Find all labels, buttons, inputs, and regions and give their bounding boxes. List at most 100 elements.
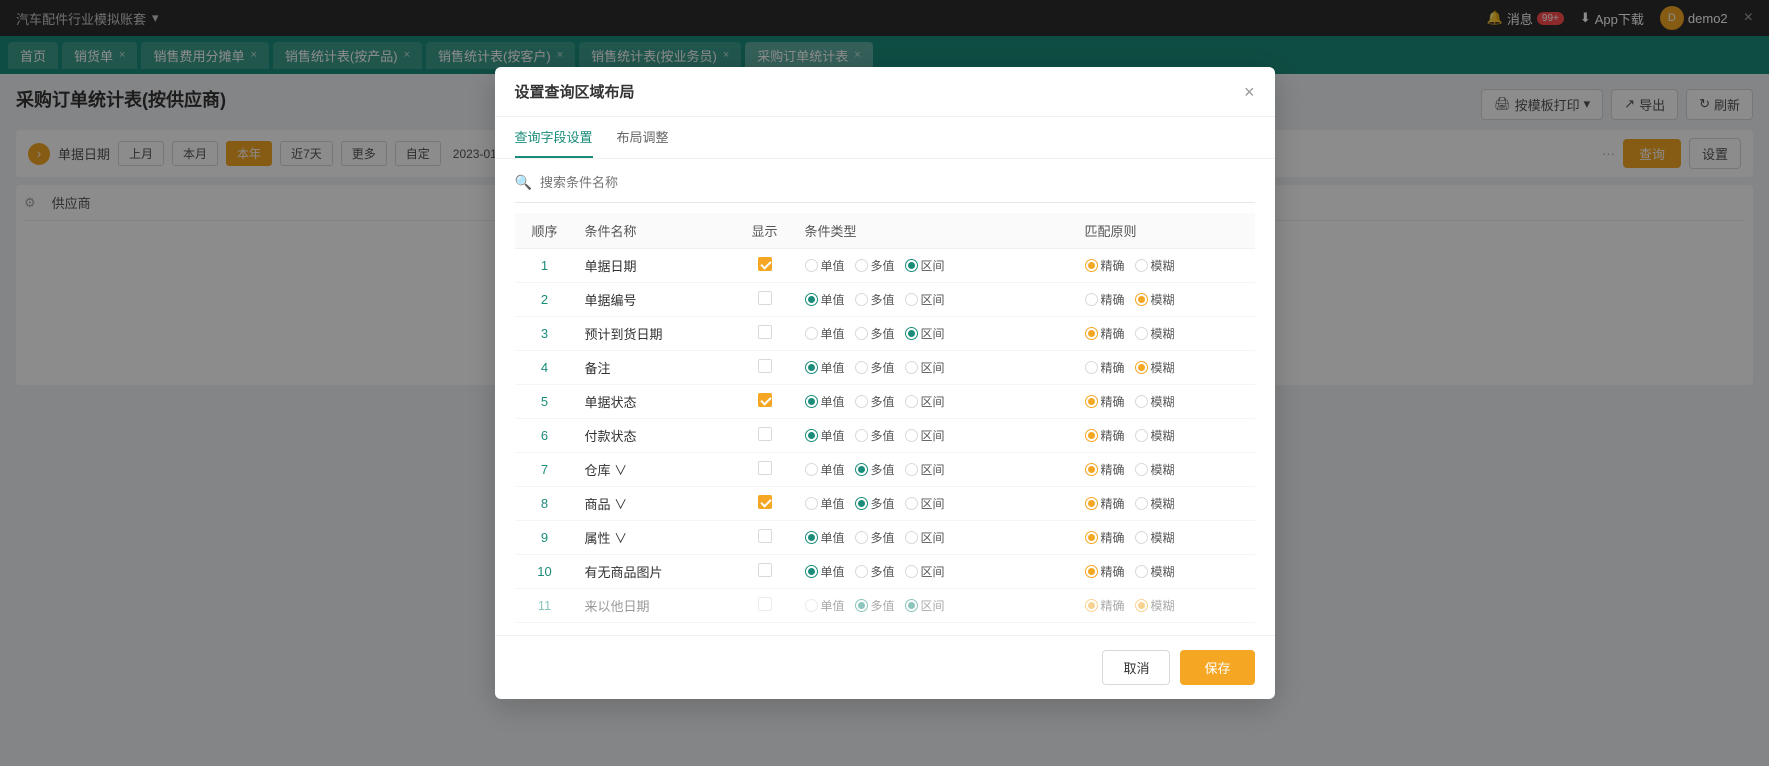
row-type-cell: 单值多值区间 — [795, 249, 1075, 283]
match-radio-exact[interactable]: 精确 — [1085, 461, 1125, 478]
type-radio-single[interactable]: 单值 — [805, 427, 845, 444]
type-radio-multi[interactable]: 多值 — [855, 359, 895, 376]
save-button[interactable]: 保存 — [1180, 650, 1254, 685]
cancel-button[interactable]: 取消 — [1102, 650, 1170, 685]
match-radio-exact[interactable]: 精确 — [1085, 291, 1125, 308]
search-input[interactable] — [540, 171, 1255, 194]
radio-label: 多值 — [871, 393, 895, 410]
row-name: 仓库 ∨ — [575, 453, 735, 487]
row-order: 1 — [515, 249, 575, 283]
row-checkbox[interactable] — [758, 359, 772, 373]
radio-label: 精确 — [1101, 393, 1125, 410]
row-checkbox-cell — [735, 589, 795, 623]
match-radio-fuzzy[interactable]: 模糊 — [1135, 563, 1175, 580]
type-radio-range[interactable]: 区间 — [905, 291, 945, 308]
type-radio-multi[interactable]: 多值 — [855, 291, 895, 308]
match-radio-fuzzy[interactable]: 模糊 — [1135, 495, 1175, 512]
type-radio-single[interactable]: 单值 — [805, 563, 845, 580]
type-radio-range[interactable]: 区间 — [905, 257, 945, 274]
radio-label: 模糊 — [1151, 597, 1175, 614]
radio-label: 多值 — [871, 529, 895, 546]
row-checkbox[interactable] — [758, 427, 772, 441]
tab-query-fields[interactable]: 查询字段设置 — [515, 117, 593, 158]
row-checkbox[interactable] — [758, 563, 772, 577]
radio-dot — [855, 259, 868, 272]
match-radio-exact[interactable]: 精确 — [1085, 427, 1125, 444]
row-checkbox[interactable] — [758, 291, 772, 305]
radio-label: 模糊 — [1151, 359, 1175, 376]
match-radio-exact[interactable]: 精确 — [1085, 597, 1125, 614]
row-match-cell: 精确模糊 — [1075, 249, 1255, 283]
match-radio-exact[interactable]: 精确 — [1085, 257, 1125, 274]
dialog-close-button[interactable]: × — [1244, 83, 1255, 101]
type-radio-range[interactable]: 区间 — [905, 563, 945, 580]
type-radio-multi[interactable]: 多值 — [855, 529, 895, 546]
type-radio-multi[interactable]: 多值 — [855, 325, 895, 342]
type-radio-range[interactable]: 区间 — [905, 393, 945, 410]
type-radio-multi[interactable]: 多值 — [855, 461, 895, 478]
match-radio-fuzzy[interactable]: 模糊 — [1135, 393, 1175, 410]
type-radio-single[interactable]: 单值 — [805, 461, 845, 478]
radio-dot — [905, 497, 918, 510]
match-radio-exact[interactable]: 精确 — [1085, 529, 1125, 546]
type-radio-single[interactable]: 单值 — [805, 529, 845, 546]
table-row: 7仓库 ∨单值多值区间精确模糊 — [515, 453, 1255, 487]
type-radio-multi[interactable]: 多值 — [855, 563, 895, 580]
type-radio-range[interactable]: 区间 — [905, 325, 945, 342]
match-radio-fuzzy[interactable]: 模糊 — [1135, 257, 1175, 274]
row-checkbox-cell — [735, 521, 795, 555]
match-radio-exact[interactable]: 精确 — [1085, 359, 1125, 376]
type-radio-multi[interactable]: 多值 — [855, 427, 895, 444]
row-checkbox[interactable] — [758, 393, 772, 407]
radio-dot — [905, 599, 918, 612]
type-radio-single[interactable]: 单值 — [805, 359, 845, 376]
radio-label: 单值 — [821, 427, 845, 444]
radio-dot — [1135, 293, 1148, 306]
radio-dot — [905, 327, 918, 340]
type-radio-multi[interactable]: 多值 — [855, 597, 895, 614]
radio-dot — [905, 429, 918, 442]
row-order: 7 — [515, 453, 575, 487]
radio-dot — [855, 565, 868, 578]
match-radio-fuzzy[interactable]: 模糊 — [1135, 325, 1175, 342]
match-radio-exact[interactable]: 精确 — [1085, 325, 1125, 342]
type-radio-single[interactable]: 单值 — [805, 495, 845, 512]
type-radio-range[interactable]: 区间 — [905, 597, 945, 614]
type-radio-range[interactable]: 区间 — [905, 495, 945, 512]
type-radio-single[interactable]: 单值 — [805, 257, 845, 274]
row-checkbox[interactable] — [758, 461, 772, 475]
match-radio-fuzzy[interactable]: 模糊 — [1135, 529, 1175, 546]
type-radio-single[interactable]: 单值 — [805, 597, 845, 614]
type-radio-multi[interactable]: 多值 — [855, 257, 895, 274]
row-type-cell: 单值多值区间 — [795, 453, 1075, 487]
radio-label: 区间 — [921, 359, 945, 376]
row-checkbox[interactable] — [758, 325, 772, 339]
match-radio-fuzzy[interactable]: 模糊 — [1135, 597, 1175, 614]
type-radio-range[interactable]: 区间 — [905, 427, 945, 444]
radio-label: 精确 — [1101, 325, 1125, 342]
row-checkbox[interactable] — [758, 529, 772, 543]
match-radio-exact[interactable]: 精确 — [1085, 495, 1125, 512]
type-radio-range[interactable]: 区间 — [905, 461, 945, 478]
type-radio-single[interactable]: 单值 — [805, 291, 845, 308]
dialog-overlay: 设置查询区域布局 × 查询字段设置 布局调整 🔍 — [0, 0, 1769, 766]
type-radio-single[interactable]: 单值 — [805, 325, 845, 342]
row-checkbox[interactable] — [758, 257, 772, 271]
type-radio-range[interactable]: 区间 — [905, 529, 945, 546]
type-radio-range[interactable]: 区间 — [905, 359, 945, 376]
radio-label: 精确 — [1101, 291, 1125, 308]
match-radio-fuzzy[interactable]: 模糊 — [1135, 427, 1175, 444]
row-match-cell: 精确 模糊 — [1075, 351, 1255, 385]
match-radio-fuzzy[interactable]: 模糊 — [1135, 359, 1175, 376]
radio-dot — [855, 531, 868, 544]
match-radio-exact[interactable]: 精确 — [1085, 393, 1125, 410]
match-radio-fuzzy[interactable]: 模糊 — [1135, 461, 1175, 478]
row-checkbox[interactable] — [758, 597, 772, 611]
tab-layout-adjust[interactable]: 布局调整 — [617, 117, 669, 158]
match-radio-fuzzy[interactable]: 模糊 — [1135, 291, 1175, 308]
type-radio-multi[interactable]: 多值 — [855, 393, 895, 410]
type-radio-multi[interactable]: 多值 — [855, 495, 895, 512]
type-radio-single[interactable]: 单值 — [805, 393, 845, 410]
row-checkbox[interactable] — [758, 495, 772, 509]
match-radio-exact[interactable]: 精确 — [1085, 563, 1125, 580]
